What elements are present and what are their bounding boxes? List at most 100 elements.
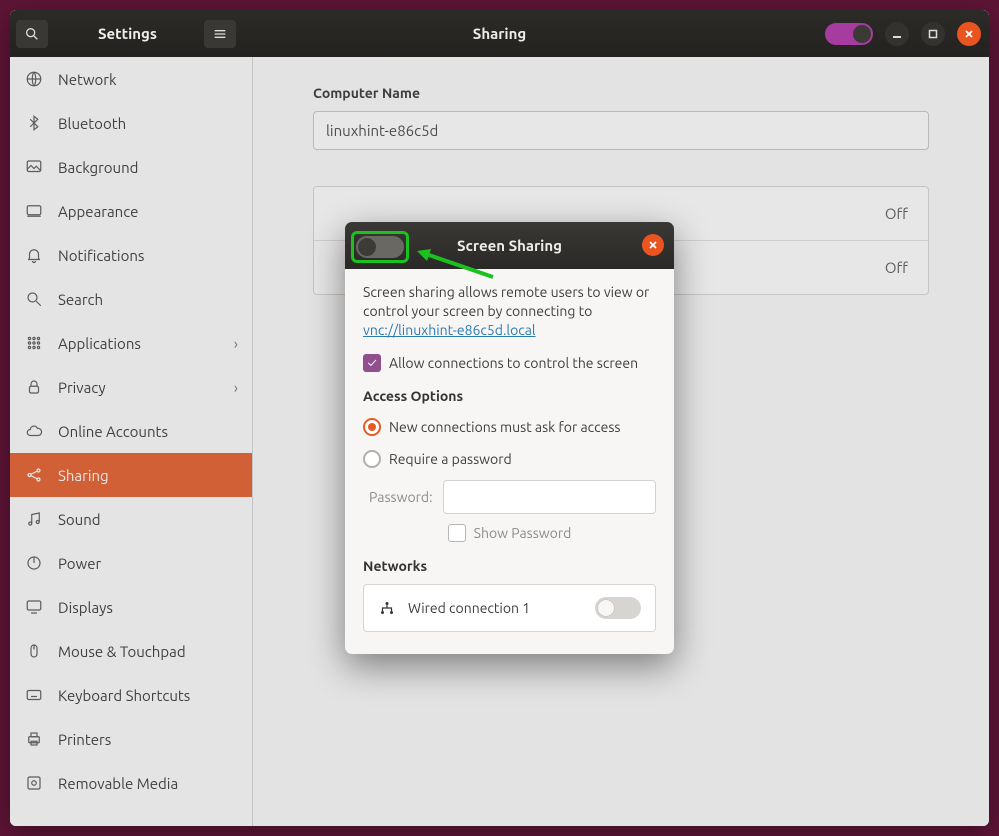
row-status: Off: [885, 205, 908, 222]
sidebar-item-label: Notifications: [58, 247, 144, 264]
sidebar-item-network[interactable]: Network: [10, 57, 252, 101]
radio-require-password[interactable]: Require a password: [363, 450, 656, 468]
sidebar-item-label: Keyboard Shortcuts: [58, 687, 190, 704]
cloud-icon: [24, 421, 44, 441]
sidebar-item-label: Background: [58, 159, 138, 176]
sidebar-item-sharing[interactable]: Sharing: [10, 453, 252, 497]
checkbox-checked-icon: ✓: [363, 354, 381, 372]
close-window-button[interactable]: [957, 22, 981, 46]
network-toggle[interactable]: [595, 597, 641, 619]
computer-name-label: Computer Name: [313, 85, 929, 101]
sidebar-item-online-accounts[interactable]: Online Accounts: [10, 409, 252, 453]
appearance-icon: [24, 201, 44, 221]
mouse-icon: [24, 641, 44, 661]
radio-unselected-icon: [363, 450, 381, 468]
power-icon: [24, 553, 44, 573]
sidebar-item-privacy[interactable]: Privacy ›: [10, 365, 252, 409]
maximize-button[interactable]: [921, 22, 945, 46]
dialog-description: Screen sharing allows remote users to vi…: [363, 283, 656, 340]
sidebar-item-bluetooth[interactable]: Bluetooth: [10, 101, 252, 145]
sidebar-item-power[interactable]: Power: [10, 541, 252, 585]
password-label: Password:: [369, 489, 433, 505]
sidebar-item-label: Removable Media: [58, 775, 178, 792]
search-icon: [24, 289, 44, 309]
dialog-header: Screen Sharing: [345, 222, 674, 269]
checkbox-empty-icon: [448, 524, 466, 542]
hamburger-icon: [212, 26, 228, 42]
music-icon: [24, 509, 44, 529]
access-options-heading: Access Options: [363, 388, 656, 404]
row-status: Off: [885, 259, 908, 276]
networks-heading: Networks: [363, 558, 656, 574]
close-icon: [964, 29, 974, 39]
radio-pw-label: Require a password: [389, 451, 512, 467]
sidebar-item-search[interactable]: Search: [10, 277, 252, 321]
show-password-label: Show Password: [474, 525, 572, 541]
sidebar-item-label: Power: [58, 555, 101, 572]
maximize-icon: [928, 29, 938, 39]
sidebar-item-label: Bluetooth: [58, 115, 126, 132]
ethernet-icon: [378, 599, 396, 617]
network-row: Wired connection 1: [363, 584, 656, 632]
bluetooth-icon: [24, 113, 44, 133]
allow-control-checkbox-row[interactable]: ✓ Allow connections to control the scree…: [363, 354, 656, 372]
screen-sharing-toggle[interactable]: [356, 236, 404, 258]
network-name: Wired connection 1: [408, 600, 530, 616]
sidebar-item-label: Displays: [58, 599, 113, 616]
printer-icon: [24, 729, 44, 749]
sidebar-item-applications[interactable]: Applications ›: [10, 321, 252, 365]
menu-button[interactable]: [204, 20, 236, 48]
bell-icon: [24, 245, 44, 265]
sidebar-item-sound[interactable]: Sound: [10, 497, 252, 541]
radio-selected-icon: [363, 418, 381, 436]
dialog-title: Screen Sharing: [457, 237, 562, 254]
disk-icon: [24, 773, 44, 793]
sidebar-item-appearance[interactable]: Appearance: [10, 189, 252, 233]
sharing-master-toggle[interactable]: [825, 23, 873, 45]
chevron-right-icon: ›: [234, 335, 238, 352]
sidebar-item-label: Search: [58, 291, 103, 308]
sidebar-item-label: Mouse & Touchpad: [58, 643, 186, 660]
sidebar-item-removable-media[interactable]: Removable Media: [10, 761, 252, 805]
sidebar-item-label: Appearance: [58, 203, 138, 220]
sidebar-item-label: Applications: [58, 335, 141, 352]
close-icon: [648, 240, 658, 250]
sidebar-item-label: Sharing: [58, 467, 109, 484]
radio-ask-label: New connections must ask for access: [389, 419, 621, 435]
vnc-link[interactable]: vnc://linuxhint-e86c5d.local: [363, 322, 536, 338]
search-button[interactable]: [16, 20, 48, 48]
settings-window: Settings Sharing Network: [10, 10, 989, 826]
dialog-close-button[interactable]: [642, 234, 664, 256]
titlebar: Settings Sharing: [10, 10, 989, 57]
password-row: Password:: [369, 480, 656, 514]
computer-name-input[interactable]: [313, 111, 929, 150]
keyboard-icon: [24, 685, 44, 705]
share-icon: [24, 465, 44, 485]
window-controls: [825, 22, 981, 46]
sidebar-item-background[interactable]: Background: [10, 145, 252, 189]
search-icon: [24, 26, 40, 42]
sidebar-item-notifications[interactable]: Notifications: [10, 233, 252, 277]
globe-icon: [24, 69, 44, 89]
sidebar-item-label: Network: [58, 71, 117, 88]
desc-text: Screen sharing allows remote users to vi…: [363, 284, 649, 319]
radio-ask-access[interactable]: New connections must ask for access: [363, 418, 656, 436]
sidebar-item-label: Privacy: [58, 379, 106, 396]
dialog-body: Screen sharing allows remote users to vi…: [345, 269, 674, 654]
minimize-button[interactable]: [885, 22, 909, 46]
minimize-icon: [892, 29, 902, 39]
sidebar: Network Bluetooth Background Appearance …: [10, 57, 253, 826]
sidebar-item-label: Sound: [58, 511, 101, 528]
annotation-highlight: [351, 231, 409, 263]
background-icon: [24, 157, 44, 177]
password-input[interactable]: [443, 480, 656, 514]
sidebar-item-displays[interactable]: Displays: [10, 585, 252, 629]
sidebar-item-keyboard-shortcuts[interactable]: Keyboard Shortcuts: [10, 673, 252, 717]
sidebar-item-label: Printers: [58, 731, 111, 748]
sidebar-item-mouse-touchpad[interactable]: Mouse & Touchpad: [10, 629, 252, 673]
app-title: Settings: [98, 25, 157, 42]
screen-sharing-dialog: Screen Sharing Screen sharing allows rem…: [345, 222, 674, 654]
sidebar-item-printers[interactable]: Printers: [10, 717, 252, 761]
display-icon: [24, 597, 44, 617]
show-password-row[interactable]: Show Password: [363, 524, 656, 542]
